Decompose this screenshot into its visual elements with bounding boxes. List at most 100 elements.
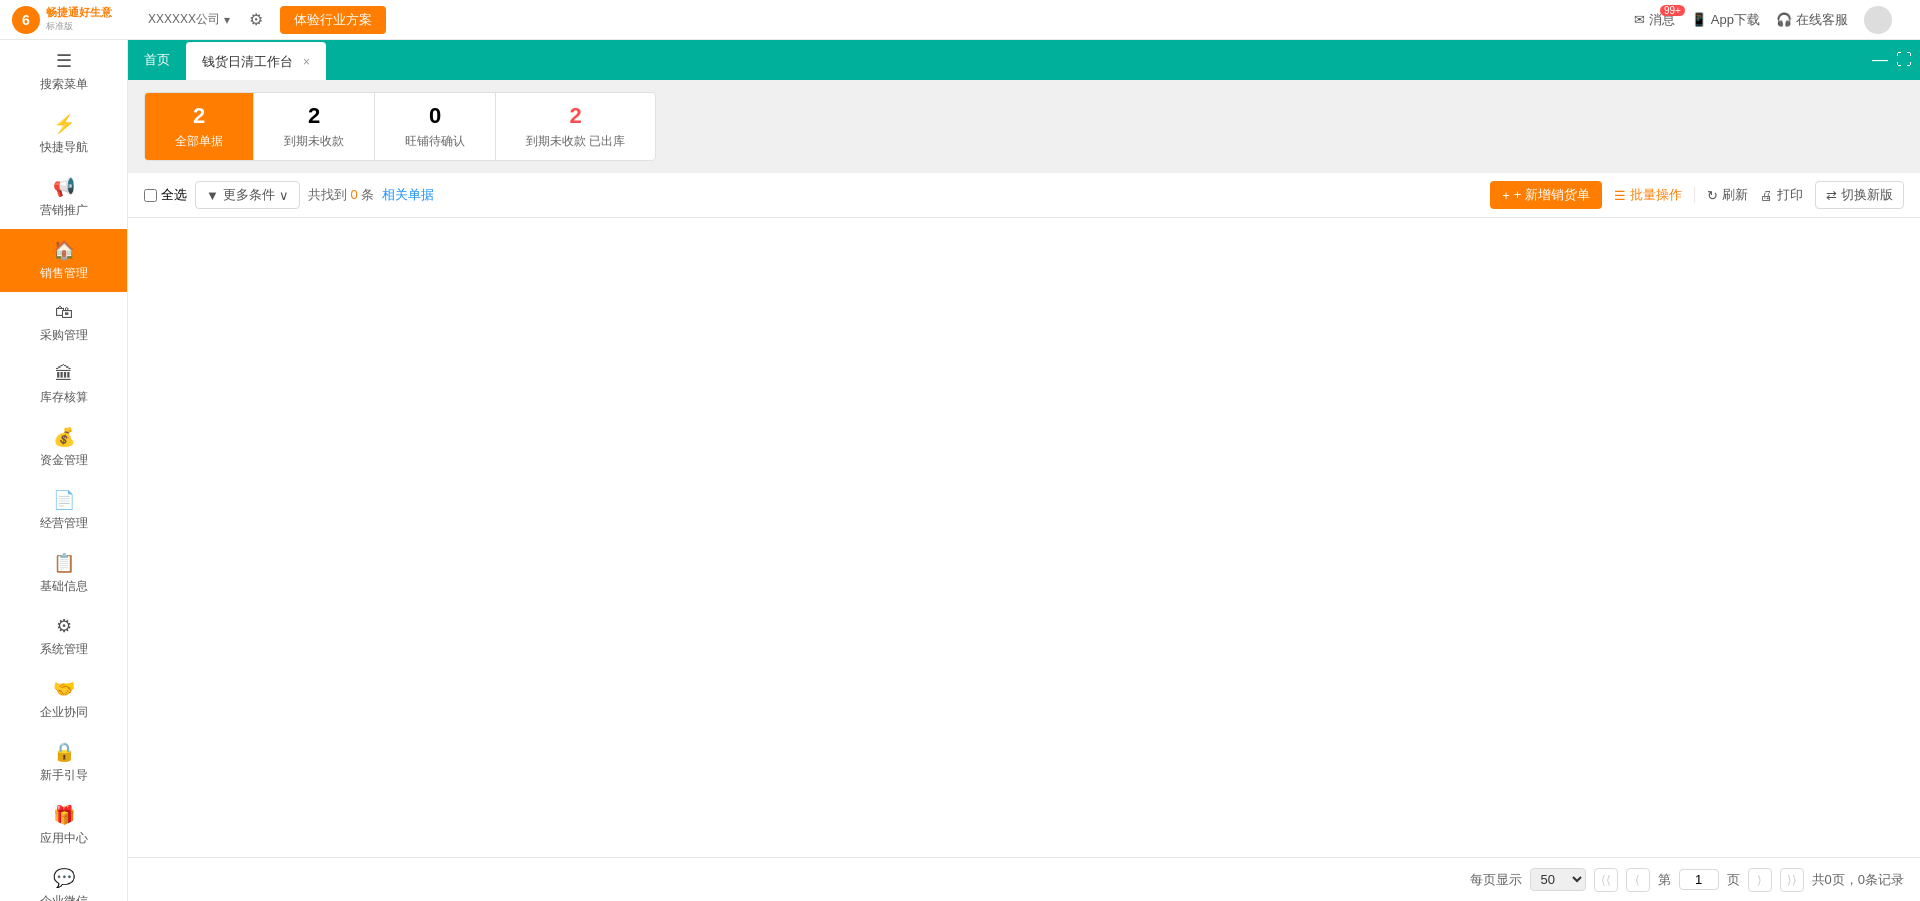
add-icon: + xyxy=(1502,188,1510,203)
sidebar-item-enterprise[interactable]: 🤝 企业协同 xyxy=(0,668,127,731)
sidebar-item-sales[interactable]: 🏠 销售管理 xyxy=(0,229,127,292)
main-layout: ☰ 搜索菜单 ⚡ 快捷导航 📢 营销推广 🏠 销售管理 🛍 采购管理 🏛 库存核… xyxy=(0,40,1920,901)
sidebar-item-purchase[interactable]: 🛍 采购管理 xyxy=(0,292,127,354)
refresh-button[interactable]: ↻ 刷新 xyxy=(1707,186,1748,204)
company-selector[interactable]: XXXXXX公司 ▾ xyxy=(140,11,238,28)
page-suffix: 页 xyxy=(1727,871,1740,889)
related-records-link[interactable]: 相关单据 xyxy=(382,186,434,204)
app-download-icon: 📱 xyxy=(1691,12,1707,27)
filter-button[interactable]: ▼ 更多条件 ∨ xyxy=(195,181,300,209)
sidebar-item-app-center[interactable]: 🎁 应用中心 xyxy=(0,794,127,857)
app-download-button[interactable]: 📱 App下载 xyxy=(1691,11,1760,29)
sidebar-label-sales: 销售管理 xyxy=(40,265,88,282)
sidebar-label-enterprise: 企业协同 xyxy=(40,704,88,721)
prev-page-button[interactable]: ⟨ xyxy=(1626,868,1650,892)
company-name: XXXXXX公司 xyxy=(148,11,220,28)
stat-card-overdue-unshipped[interactable]: 2 到期未收款 已出库 xyxy=(496,93,655,160)
last-page-button[interactable]: ⟩⟩ xyxy=(1780,868,1804,892)
system-icon: ⚙ xyxy=(56,615,72,637)
stat-label-overdue-unpaid: 到期未收款 xyxy=(284,133,344,150)
tab-workspace[interactable]: 钱货日清工作台 × xyxy=(186,42,326,82)
select-all-checkbox[interactable]: 全选 xyxy=(144,186,187,204)
batch-icon: ☰ xyxy=(1614,188,1626,203)
sidebar-label-basic-info: 基础信息 xyxy=(40,578,88,595)
inventory-icon: 🏛 xyxy=(55,364,73,385)
page-input[interactable] xyxy=(1679,869,1719,890)
sidebar-item-system[interactable]: ⚙ 系统管理 xyxy=(0,605,127,668)
batch-operation-button[interactable]: ☰ 批量操作 xyxy=(1614,186,1682,204)
tab-close-icon[interactable]: × xyxy=(303,55,310,69)
logo-area: 6 畅捷通好生意 标准版 xyxy=(12,6,140,34)
logo-text: 畅捷通好生意 标准版 xyxy=(46,6,112,32)
toolbar-left: 全选 ▼ 更多条件 ∨ 共找到 0 条 相关单据 xyxy=(144,181,434,209)
stat-label-pending-confirm: 旺铺待确认 xyxy=(405,133,465,150)
refresh-icon: ↻ xyxy=(1707,188,1718,203)
filter-icon: ▼ xyxy=(206,188,219,203)
sidebar-label-search-menu: 搜索菜单 xyxy=(40,76,88,93)
header-right: ✉ 消息 99+ 📱 App下载 🎧 在线客服 xyxy=(1634,6,1908,34)
sidebar-label-finance: 资金管理 xyxy=(40,452,88,469)
tab-home-label: 首页 xyxy=(144,51,170,69)
sidebar-item-finance[interactable]: 💰 资金管理 xyxy=(0,416,127,479)
message-button[interactable]: ✉ 消息 99+ xyxy=(1634,11,1675,29)
online-service-button[interactable]: 🎧 在线客服 xyxy=(1776,11,1848,29)
sidebar-item-quick-nav[interactable]: ⚡ 快捷导航 xyxy=(0,103,127,166)
count-value: 0 xyxy=(351,187,358,202)
stat-num-all: 2 xyxy=(193,103,205,129)
stat-cards: 2 全部单据 2 到期未收款 0 旺铺待确认 2 到期未收款 已出库 xyxy=(144,92,656,161)
sidebar-label-inventory: 库存核算 xyxy=(40,389,88,406)
sidebar-item-basic-info[interactable]: 📋 基础信息 xyxy=(0,542,127,605)
sidebar-item-marketing[interactable]: 📢 营销推广 xyxy=(0,166,127,229)
wechat-icon: 💬 xyxy=(53,867,75,889)
header: 6 畅捷通好生意 标准版 XXXXXX公司 ▾ ⚙ 体验行业方案 ✉ 消息 99… xyxy=(0,0,1920,40)
sidebar-label-quick-nav: 快捷导航 xyxy=(40,139,88,156)
add-sales-order-button[interactable]: + + 新增销货单 xyxy=(1490,181,1602,209)
switch-icon: ⇄ xyxy=(1826,188,1837,203)
tab-home[interactable]: 首页 xyxy=(128,40,186,80)
marketing-icon: 📢 xyxy=(53,176,75,198)
stat-card-pending-confirm[interactable]: 0 旺铺待确认 xyxy=(375,93,496,160)
stat-card-all[interactable]: 2 全部单据 xyxy=(145,93,254,160)
pagination: 每页显示 10 20 50 100 ⟨⟨ ⟨ 第 页 ⟩ ⟩⟩ 共0页，0条记录 xyxy=(128,857,1920,901)
sidebar-item-wechat[interactable]: 💬 企业微信 xyxy=(0,857,127,901)
enterprise-icon: 🤝 xyxy=(53,678,75,700)
stat-label-overdue-unshipped: 到期未收款 已出库 xyxy=(526,133,625,150)
print-button[interactable]: 🖨 打印 xyxy=(1760,186,1803,204)
trial-button[interactable]: 体验行业方案 xyxy=(280,6,386,34)
settings-icon[interactable]: ⚙ xyxy=(242,6,270,34)
select-all-label: 全选 xyxy=(161,186,187,204)
stat-num-overdue-unshipped: 2 xyxy=(570,103,582,129)
filter-chevron-icon: ∨ xyxy=(279,188,289,203)
message-badge: 99+ xyxy=(1660,5,1685,16)
app-center-icon: 🎁 xyxy=(53,804,75,826)
sidebar: ☰ 搜索菜单 ⚡ 快捷导航 📢 营销推广 🏠 销售管理 🛍 采购管理 🏛 库存核… xyxy=(0,40,128,901)
stat-card-overdue-unpaid[interactable]: 2 到期未收款 xyxy=(254,93,375,160)
purchase-icon: 🛍 xyxy=(55,302,73,323)
sidebar-label-marketing: 营销推广 xyxy=(40,202,88,219)
search-menu-icon: ☰ xyxy=(56,50,72,72)
sales-icon: 🏠 xyxy=(53,239,75,261)
sidebar-label-wechat: 企业微信 xyxy=(40,893,88,901)
logo-icon: 6 xyxy=(12,6,40,34)
sidebar-item-operations[interactable]: 📄 经营管理 xyxy=(0,479,127,542)
sidebar-item-search-menu[interactable]: ☰ 搜索菜单 xyxy=(0,40,127,103)
sidebar-item-inventory[interactable]: 🏛 库存核算 xyxy=(0,354,127,416)
per-page-select[interactable]: 10 20 50 100 xyxy=(1530,868,1586,891)
content-area: 首页 钱货日清工作台 × — ⛶ 2 全部单据 2 到期未收款 xyxy=(128,40,1920,901)
sidebar-item-guide[interactable]: 🔒 新手引导 xyxy=(0,731,127,794)
stat-label-all: 全部单据 xyxy=(175,133,223,150)
tab-minimize-icon[interactable]: — xyxy=(1872,51,1888,69)
select-all-input[interactable] xyxy=(144,189,157,202)
sidebar-label-system: 系统管理 xyxy=(40,641,88,658)
toolbar-right: + + 新增销货单 ☰ 批量操作 ↻ 刷新 🖨 打印 ⇄ xyxy=(1490,181,1904,209)
tab-workspace-label: 钱货日清工作台 xyxy=(202,53,293,71)
tab-expand-icon[interactable]: ⛶ xyxy=(1896,51,1912,69)
table-area xyxy=(128,218,1920,857)
filter-label: 更多条件 xyxy=(223,186,275,204)
avatar[interactable] xyxy=(1864,6,1892,34)
finance-icon: 💰 xyxy=(53,426,75,448)
message-icon: ✉ xyxy=(1634,12,1645,27)
first-page-button[interactable]: ⟨⟨ xyxy=(1594,868,1618,892)
switch-version-button[interactable]: ⇄ 切换新版 xyxy=(1815,181,1904,209)
next-page-button[interactable]: ⟩ xyxy=(1748,868,1772,892)
